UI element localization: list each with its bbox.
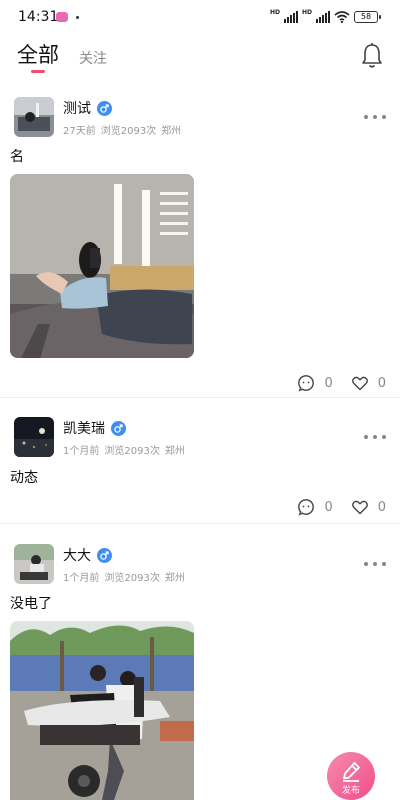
status-bar: 14:31 HD HD 58: [0, 0, 400, 34]
post-time: 1个月前: [63, 573, 100, 584]
username[interactable]: 大大: [63, 545, 112, 565]
comment-button[interactable]: 0: [297, 498, 333, 516]
post-time: 27天前: [63, 126, 96, 137]
post-card[interactable]: 凯美瑞 1个月前 浏览2093次 郑州 动态 0 0: [0, 398, 400, 524]
post-location: 郑州: [164, 573, 185, 584]
active-tab-indicator: [31, 70, 45, 73]
app-notification-icon: [56, 12, 68, 22]
username-text: 凯美瑞: [63, 421, 105, 437]
username[interactable]: 凯美瑞: [63, 418, 126, 438]
post-card[interactable]: 测试 27天前 浏览2093次 郑州 名 0 0: [0, 82, 400, 398]
post-image[interactable]: [10, 174, 194, 358]
signal-icon: [316, 11, 330, 23]
username-text: 大大: [63, 548, 91, 564]
post-meta: 1个月前 浏览2093次 郑州: [63, 569, 185, 584]
wifi-icon: [334, 11, 350, 23]
post-views: 浏览2093次: [104, 446, 160, 457]
bell-icon[interactable]: [360, 42, 384, 70]
post-actions: 0 0: [285, 374, 386, 392]
post-text: 名: [10, 149, 24, 165]
edit-icon: [343, 762, 360, 782]
status-time: 14:31: [18, 9, 59, 25]
more-options-icon[interactable]: [364, 561, 386, 567]
post-time: 1个月前: [63, 446, 100, 457]
notification-dot-icon: [76, 16, 79, 19]
username[interactable]: 测试: [63, 98, 112, 118]
comment-count: 0: [324, 375, 333, 391]
publish-button[interactable]: 发布: [327, 752, 375, 800]
avatar[interactable]: [14, 417, 54, 457]
comment-icon: [298, 375, 315, 392]
comment-count: 0: [324, 499, 333, 515]
male-icon: [97, 100, 112, 116]
battery-icon: 58: [354, 11, 381, 23]
post-meta: 27天前 浏览2093次 郑州: [63, 122, 181, 137]
post-location: 郑州: [161, 126, 182, 137]
network-type-2: HD: [301, 9, 312, 16]
avatar[interactable]: [14, 544, 54, 584]
male-icon: [111, 420, 126, 436]
post-image[interactable]: [10, 621, 194, 800]
post-meta: 1个月前 浏览2093次 郑州: [63, 442, 185, 457]
post-feed: 测试 27天前 浏览2093次 郑州 名 0 0 凯美瑞 1个月前 浏览2093…: [0, 82, 400, 800]
network-type-1: HD: [269, 9, 280, 16]
heart-icon: [351, 500, 368, 515]
post-views: 浏览2093次: [104, 573, 160, 584]
more-options-icon[interactable]: [364, 434, 386, 440]
post-actions: 0 0: [285, 498, 386, 516]
like-count: 0: [377, 375, 386, 391]
like-count: 0: [377, 499, 386, 515]
signal-icon: [283, 11, 298, 23]
publish-label: 发布: [341, 786, 360, 796]
post-text: 没电了: [10, 596, 52, 612]
tab-follow[interactable]: 关注: [79, 48, 107, 68]
username-text: 测试: [63, 101, 91, 117]
heart-icon: [351, 376, 368, 391]
top-tabs: 全部 关注: [0, 34, 400, 82]
like-button[interactable]: 0: [351, 498, 386, 516]
post-text: 动态: [10, 470, 38, 486]
status-icons: HD HD 58: [269, 9, 381, 24]
more-options-icon[interactable]: [364, 114, 386, 120]
comment-button[interactable]: 0: [297, 374, 333, 392]
post-views: 浏览2093次: [100, 126, 157, 137]
tab-all[interactable]: 全部: [17, 39, 59, 69]
post-location: 郑州: [164, 446, 185, 457]
like-button[interactable]: 0: [351, 374, 386, 392]
avatar[interactable]: [14, 97, 54, 137]
male-icon: [97, 547, 112, 563]
comment-icon: [298, 499, 315, 516]
